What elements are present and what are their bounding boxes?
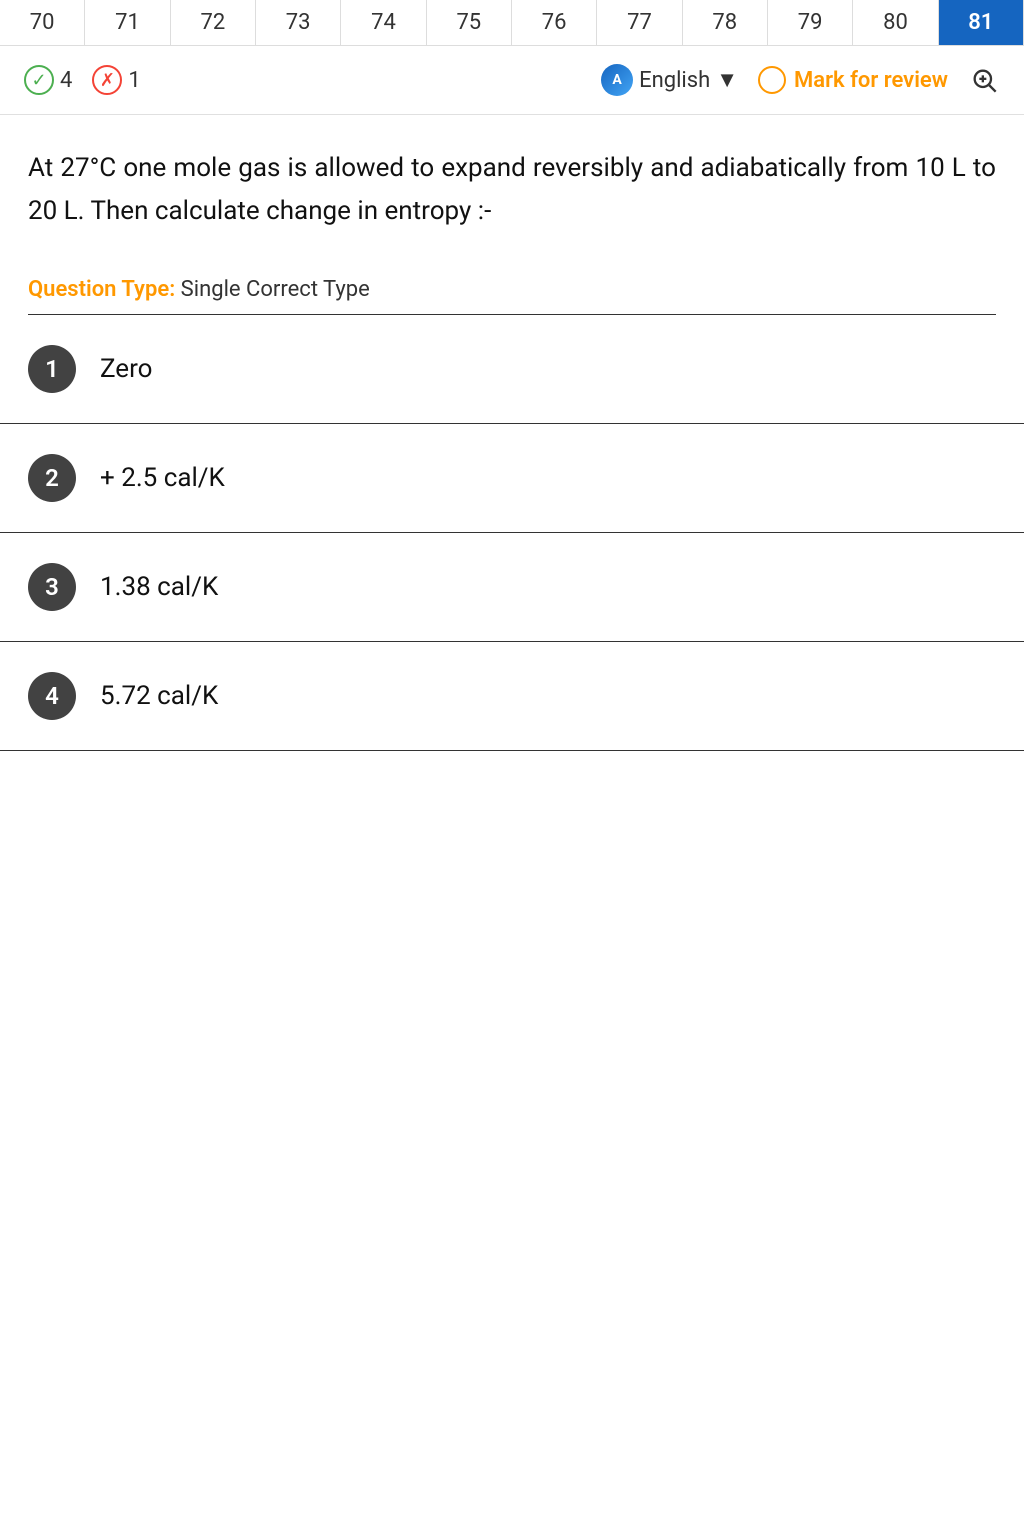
option-1[interactable]: 1 Zero	[0, 315, 1024, 424]
option-3[interactable]: 3 1.38 cal/K	[0, 533, 1024, 642]
tab-72[interactable]: 72	[171, 0, 256, 45]
option-4[interactable]: 4 5.72 cal/K	[0, 642, 1024, 751]
option-text-2: + 2.5 cal/K	[100, 463, 225, 493]
zoom-icon	[970, 66, 998, 94]
score-section: ✓ 4 ✗ 1	[24, 65, 141, 95]
language-button[interactable]: A English ▼	[601, 64, 738, 96]
correct-count: 4	[60, 68, 72, 93]
zoom-button[interactable]	[968, 64, 1000, 96]
option-number-2: 2	[28, 454, 76, 502]
option-text-4: 5.72 cal/K	[100, 681, 218, 711]
question-text: At 27°C one mole gas is allowed to expan…	[28, 147, 996, 233]
option-number-1: 1	[28, 345, 76, 393]
tab-73[interactable]: 73	[256, 0, 341, 45]
tab-78[interactable]: 78	[683, 0, 768, 45]
wrong-count: 1	[128, 68, 140, 93]
check-icon: ✓	[24, 65, 54, 95]
translate-icon: A	[601, 64, 633, 96]
tab-74[interactable]: 74	[341, 0, 426, 45]
options-list: 1 Zero 2 + 2.5 cal/K 3 1.38 cal/K 4 5.72…	[0, 315, 1024, 751]
dropdown-arrow-icon: ▼	[716, 67, 738, 93]
question-type-section: Question Type: Single Correct Type	[0, 253, 1024, 314]
tab-71[interactable]: 71	[85, 0, 170, 45]
wrong-score: ✗ 1	[92, 65, 140, 95]
mark-review-label: Mark for review	[794, 68, 948, 93]
option-2[interactable]: 2 + 2.5 cal/K	[0, 424, 1024, 533]
question-content: At 27°C one mole gas is allowed to expan…	[0, 115, 1024, 253]
option-text-1: Zero	[100, 354, 152, 384]
question-type-label: Question Type:	[28, 277, 175, 302]
tab-79[interactable]: 79	[768, 0, 853, 45]
question-type-value: Single Correct Type	[181, 277, 370, 302]
tab-81[interactable]: 81	[939, 0, 1024, 45]
question-tabs: 70 71 72 73 74 75 76 77 78 79 80 81	[0, 0, 1024, 46]
review-circle-icon	[758, 66, 786, 94]
tab-75[interactable]: 75	[427, 0, 512, 45]
tab-76[interactable]: 76	[512, 0, 597, 45]
language-label: English	[639, 68, 710, 93]
mark-for-review-button[interactable]: Mark for review	[758, 66, 948, 94]
x-icon: ✗	[92, 65, 122, 95]
option-number-4: 4	[28, 672, 76, 720]
tab-77[interactable]: 77	[597, 0, 682, 45]
correct-score: ✓ 4	[24, 65, 72, 95]
tab-80[interactable]: 80	[853, 0, 938, 45]
option-text-3: 1.38 cal/K	[100, 572, 218, 602]
tab-70[interactable]: 70	[0, 0, 85, 45]
option-number-3: 3	[28, 563, 76, 611]
action-bar: ✓ 4 ✗ 1 A English ▼ Mark for review	[0, 46, 1024, 115]
